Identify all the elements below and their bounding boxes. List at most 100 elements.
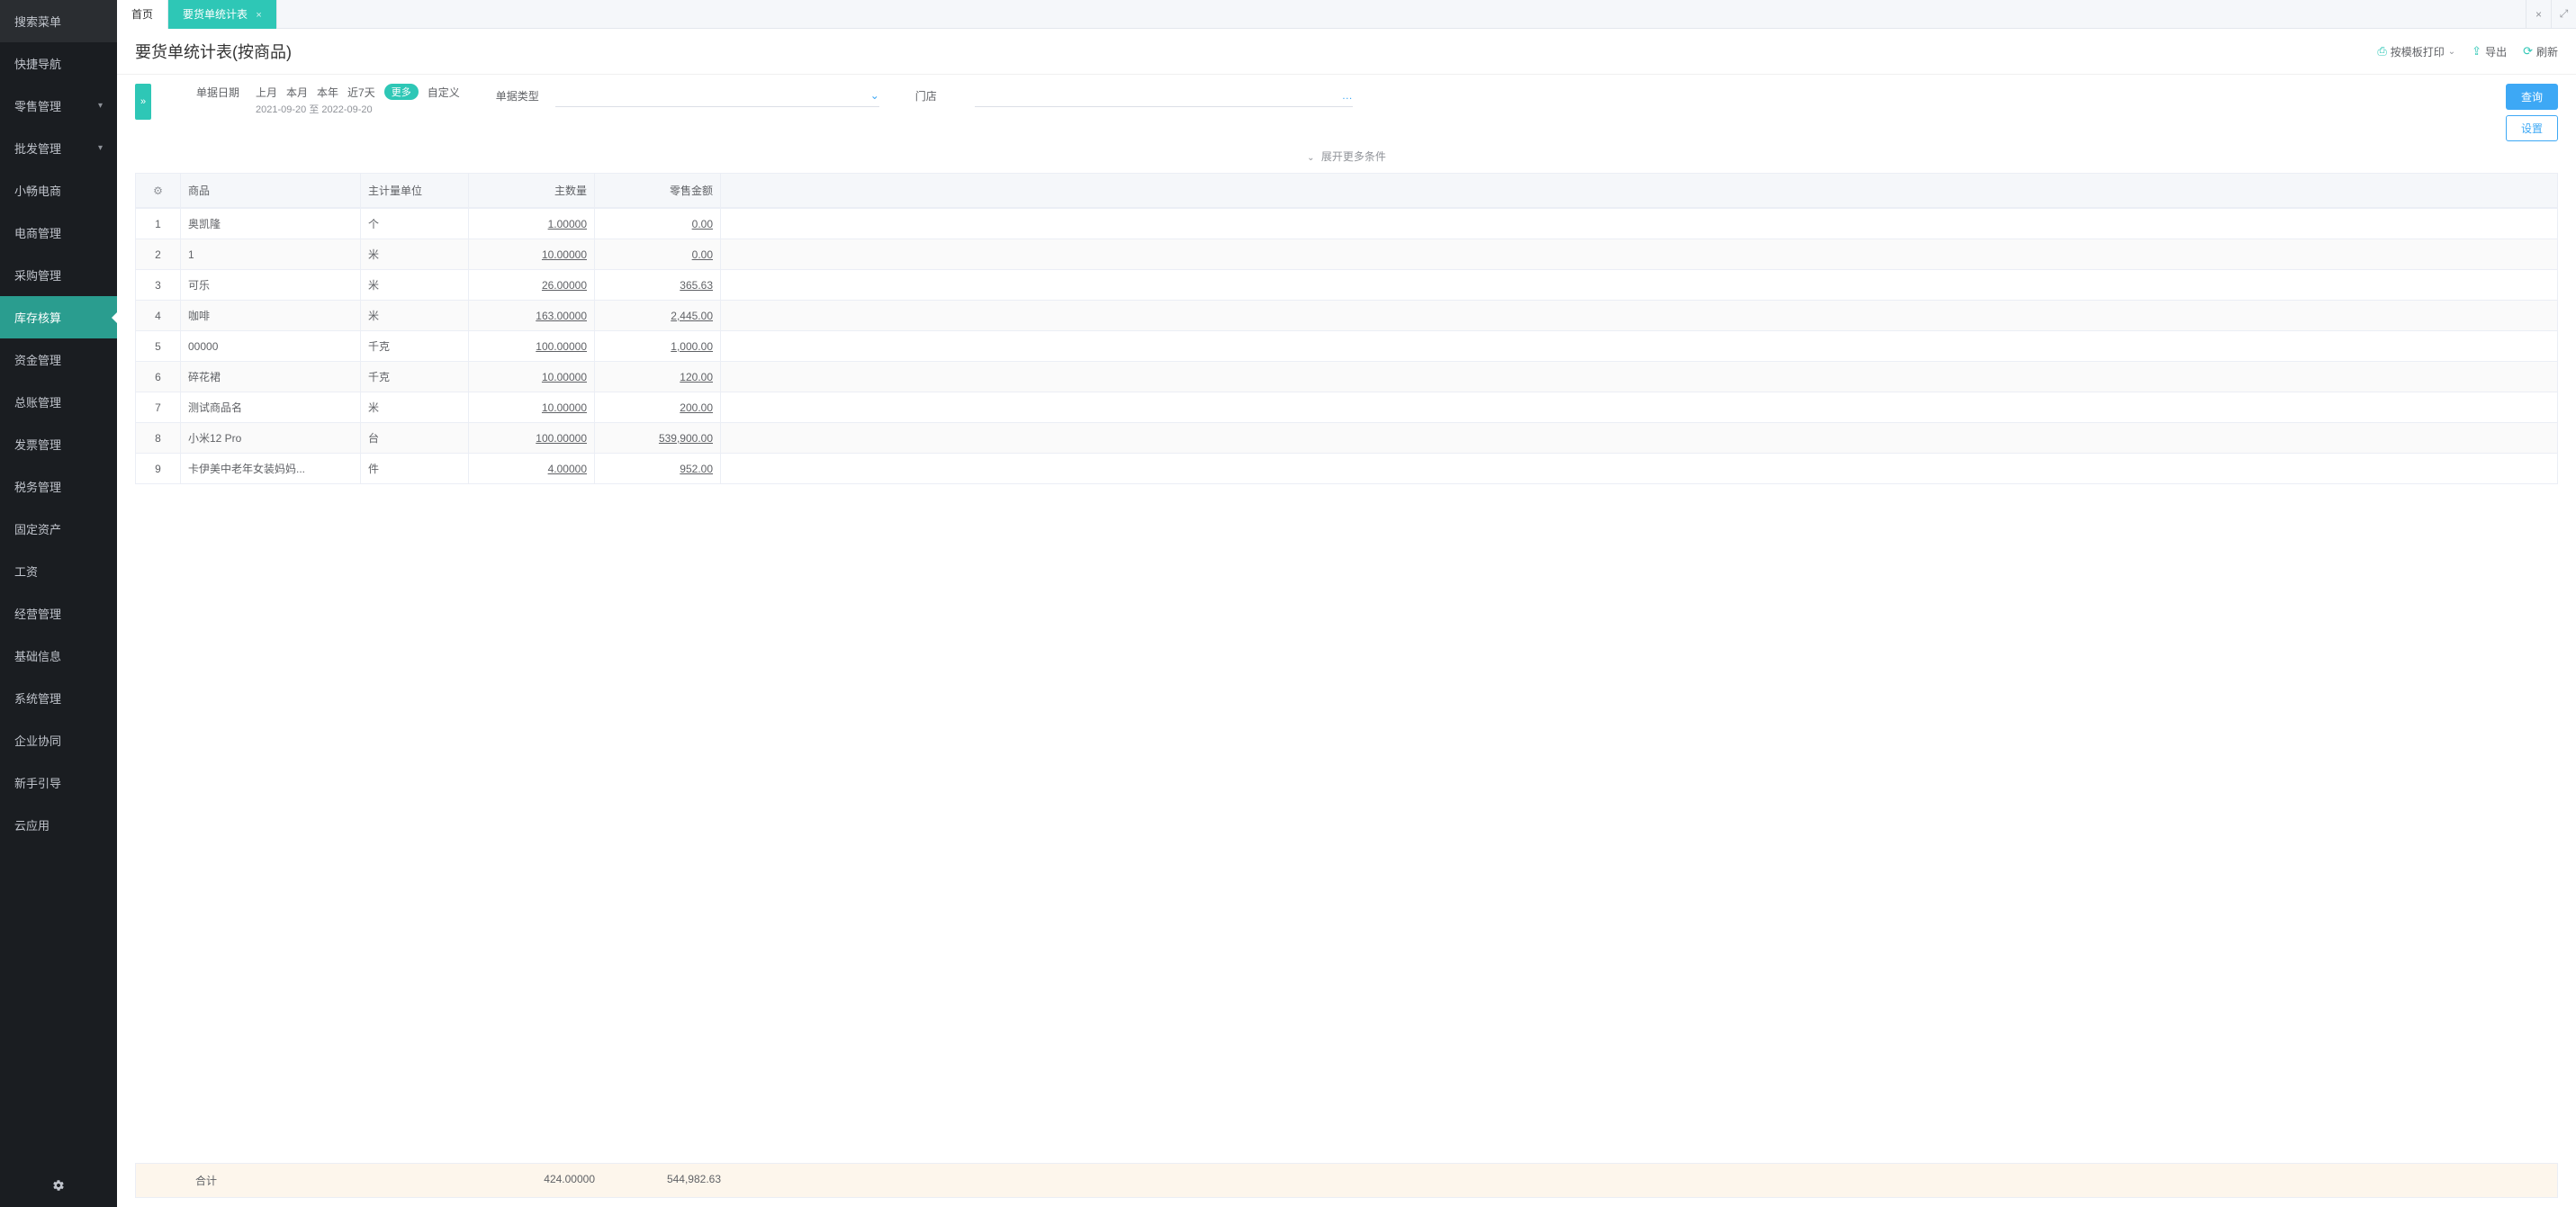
chevron-down-icon: ⌄ <box>2448 47 2455 57</box>
tab-close-all-icon[interactable]: × <box>2526 0 2551 29</box>
expand-more-filters[interactable]: ⌄ 展开更多条件 <box>135 141 2558 173</box>
th-qty[interactable]: 主数量 <box>469 174 595 208</box>
settings-button[interactable]: 设置 <box>2506 115 2558 141</box>
cell-product: 可乐 <box>181 270 361 301</box>
sidebar-item-9[interactable]: 总账管理 <box>0 381 117 423</box>
settings-gear-icon[interactable] <box>0 1166 117 1207</box>
table-row[interactable]: 1奥凯隆个1.000000.00 <box>136 209 2558 239</box>
cell-amount[interactable]: 1,000.00 <box>595 331 721 362</box>
sidebar-item-label: 经营管理 <box>14 605 61 622</box>
cell-amount[interactable]: 0.00 <box>595 239 721 270</box>
cell-qty[interactable]: 10.00000 <box>469 239 595 270</box>
table-settings-icon[interactable]: ⚙ <box>153 185 163 197</box>
cell-product: 卡伊美中老年女装妈妈... <box>181 454 361 484</box>
cell-idx: 9 <box>136 454 181 484</box>
range-last-month[interactable]: 上月 <box>256 85 277 100</box>
table-row[interactable]: 8小米12 Pro台100.00000539,900.00 <box>136 423 2558 454</box>
th-product[interactable]: 商品 <box>181 174 361 208</box>
sidebar-item-5[interactable]: 电商管理 <box>0 212 117 254</box>
sidebar-item-label: 搜索菜单 <box>14 13 61 30</box>
cell-amount[interactable]: 952.00 <box>595 454 721 484</box>
cell-unit: 千克 <box>361 362 469 392</box>
sidebar-item-19[interactable]: 云应用 <box>0 804 117 846</box>
sidebar-item-1[interactable]: 快捷导航 <box>0 42 117 85</box>
cell-qty[interactable]: 100.00000 <box>469 331 595 362</box>
sidebar-item-3[interactable]: 批发管理▾ <box>0 127 117 169</box>
sidebar-item-7[interactable]: 库存核算 <box>0 296 117 338</box>
tab-fullscreen-icon[interactable]: ⤢ <box>2551 0 2576 29</box>
cell-amount[interactable]: 539,900.00 <box>595 423 721 454</box>
range-custom[interactable]: 自定义 <box>428 85 460 100</box>
cell-qty[interactable]: 163.00000 <box>469 301 595 331</box>
bill-type-select[interactable]: ⌄ <box>555 84 879 107</box>
th-unit[interactable]: 主计量单位 <box>361 174 469 208</box>
th-amount[interactable]: 零售金额 <box>595 174 721 208</box>
sidebar-item-14[interactable]: 经营管理 <box>0 592 117 635</box>
sidebar-item-0[interactable]: 搜索菜单 <box>0 0 117 42</box>
total-label: 合计 <box>188 1173 368 1188</box>
cell-unit: 件 <box>361 454 469 484</box>
range-this-year[interactable]: 本年 <box>317 85 338 100</box>
sidebar-item-16[interactable]: 系统管理 <box>0 677 117 719</box>
cell-product: 小米12 Pro <box>181 423 361 454</box>
sidebar-item-10[interactable]: 发票管理 <box>0 423 117 465</box>
bill-type-label: 单据类型 <box>496 88 546 104</box>
sidebar-item-label: 零售管理 <box>14 97 61 114</box>
cell-qty[interactable]: 26.00000 <box>469 270 595 301</box>
expand-label: 展开更多条件 <box>1321 150 1386 163</box>
cell-amount[interactable]: 2,445.00 <box>595 301 721 331</box>
sidebar-item-2[interactable]: 零售管理 ▾ <box>0 85 117 127</box>
tab-home[interactable]: 首页 <box>117 0 168 29</box>
sidebar-item-label: 系统管理 <box>14 689 61 707</box>
sidebar-item-label: 采购管理 <box>14 266 61 284</box>
table-row[interactable]: 21米10.000000.00 <box>136 239 2558 270</box>
tab-active[interactable]: 要货单统计表 × <box>168 0 277 29</box>
range-this-month[interactable]: 本月 <box>286 85 308 100</box>
sidebar-item-label: 总账管理 <box>14 393 61 410</box>
cell-product: 1 <box>181 239 361 270</box>
cell-qty[interactable]: 10.00000 <box>469 362 595 392</box>
table-row[interactable]: 500000千克100.000001,000.00 <box>136 331 2558 362</box>
sidebar-item-4[interactable]: 小畅电商 <box>0 169 117 212</box>
table-row[interactable]: 4咖啡米163.000002,445.00 <box>136 301 2558 331</box>
cell-qty[interactable]: 1.00000 <box>469 209 595 239</box>
sidebar-item-12[interactable]: 固定资产 <box>0 508 117 550</box>
range-last-7[interactable]: 近7天 <box>347 85 375 100</box>
cell-qty[interactable]: 10.00000 <box>469 392 595 423</box>
refresh-action[interactable]: ⟳ 刷新 <box>2523 44 2558 59</box>
sidebar-item-15[interactable]: 基础信息 <box>0 635 117 677</box>
tab-bar: 首页 要货单统计表 × × ⤢ <box>117 0 2576 29</box>
cell-amount[interactable]: 365.63 <box>595 270 721 301</box>
range-more[interactable]: 更多 <box>384 84 419 100</box>
sidebar: 搜索菜单快捷导航零售管理 ▾ 批发管理▾小畅电商电商管理采购管理库存核算资金管理总账… <box>0 0 117 1207</box>
cell-unit: 米 <box>361 270 469 301</box>
cell-idx: 3 <box>136 270 181 301</box>
store-select[interactable]: … <box>975 84 1353 107</box>
refresh-label: 刷新 <box>2536 44 2558 59</box>
export-action[interactable]: ⇪ 导出 <box>2472 44 2507 59</box>
table-row[interactable]: 7测试商品名米10.00000200.00 <box>136 392 2558 423</box>
sidebar-item-13[interactable]: 工资 <box>0 550 117 592</box>
sidebar-item-label: 云应用 <box>14 816 50 833</box>
table-row[interactable]: 3可乐米26.00000365.63 <box>136 270 2558 301</box>
chevron-down-icon: ▾ <box>98 101 103 111</box>
sidebar-item-label: 税务管理 <box>14 478 61 495</box>
sidebar-item-8[interactable]: 资金管理 <box>0 338 117 381</box>
query-button[interactable]: 查询 <box>2506 84 2558 110</box>
cell-amount[interactable]: 120.00 <box>595 362 721 392</box>
table-row[interactable]: 9卡伊美中老年女装妈妈...件4.00000952.00 <box>136 454 2558 484</box>
sidebar-item-17[interactable]: 企业协同 <box>0 719 117 761</box>
table-row[interactable]: 6碎花裙千克10.00000120.00 <box>136 362 2558 392</box>
export-label: 导出 <box>2485 44 2507 59</box>
close-icon[interactable]: × <box>256 10 261 21</box>
sidebar-item-18[interactable]: 新手引导 <box>0 761 117 804</box>
print-by-template-action[interactable]: ⎙ 按模板打印 ⌄ <box>2377 44 2455 59</box>
sidebar-item-11[interactable]: 税务管理 <box>0 465 117 508</box>
cell-amount[interactable]: 0.00 <box>595 209 721 239</box>
cell-qty[interactable]: 4.00000 <box>469 454 595 484</box>
double-chevron-down-icon: ⌄ <box>1307 153 1314 163</box>
cell-amount[interactable]: 200.00 <box>595 392 721 423</box>
collapse-filter-icon[interactable]: » <box>135 84 151 120</box>
cell-qty[interactable]: 100.00000 <box>469 423 595 454</box>
sidebar-item-6[interactable]: 采购管理 <box>0 254 117 296</box>
